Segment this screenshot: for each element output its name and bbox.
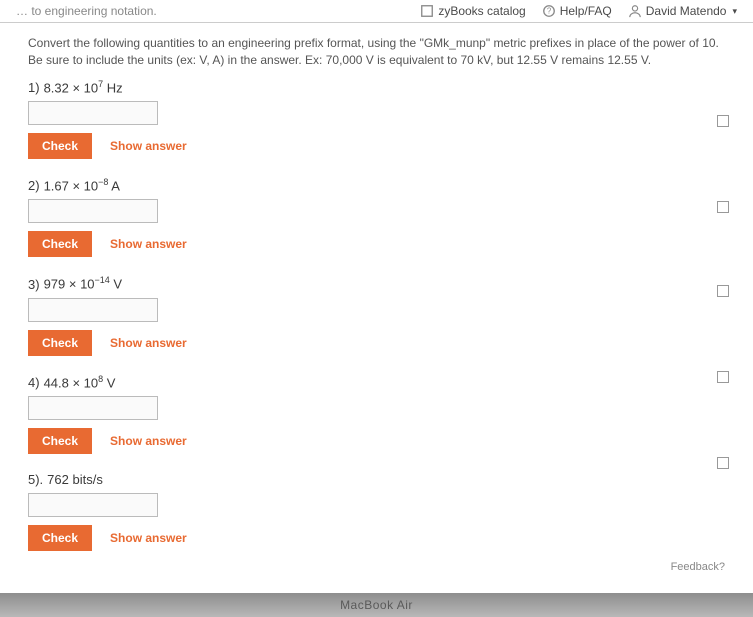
question-3: 3)979 × 10−14 V Check Show answer	[28, 275, 725, 355]
show-answer-link[interactable]: Show answer	[110, 434, 187, 448]
question-prompt: 2)1.67 × 10−8 A	[28, 177, 725, 193]
status-checkbox-4	[717, 371, 729, 383]
help-link[interactable]: ? Help/FAQ	[542, 4, 612, 18]
answer-input[interactable]	[28, 199, 158, 223]
action-row: Check Show answer	[28, 231, 725, 257]
book-icon	[420, 4, 434, 18]
answer-input[interactable]	[28, 298, 158, 322]
user-menu[interactable]: David Matendo ▾	[628, 4, 737, 18]
show-answer-link[interactable]: Show answer	[110, 237, 187, 251]
check-button[interactable]: Check	[28, 231, 92, 257]
status-checkbox-2	[717, 201, 729, 213]
answer-input[interactable]	[28, 493, 158, 517]
svg-text:?: ?	[547, 7, 552, 16]
help-label: Help/FAQ	[560, 4, 612, 18]
status-checkbox-3	[717, 285, 729, 297]
user-label: David Matendo	[646, 4, 727, 18]
check-button[interactable]: Check	[28, 525, 92, 551]
top-header: … to engineering notation. zyBooks catal…	[0, 0, 753, 23]
show-answer-link[interactable]: Show answer	[110, 139, 187, 153]
catalog-label: zyBooks catalog	[438, 4, 525, 18]
catalog-link[interactable]: zyBooks catalog	[420, 4, 525, 18]
question-prompt: 3)979 × 10−14 V	[28, 275, 725, 291]
status-checkbox-1	[717, 115, 729, 127]
question-prompt: 5).762 bits/s	[28, 472, 725, 487]
question-1: 1)8.32 × 107 Hz Check Show answer	[28, 79, 725, 159]
action-row: Check Show answer	[28, 428, 725, 454]
feedback-link[interactable]: Feedback?	[671, 561, 725, 573]
laptop-bezel: MacBook Air	[0, 593, 753, 617]
question-prompt: 1)8.32 × 107 Hz	[28, 79, 725, 95]
show-answer-link[interactable]: Show answer	[110, 336, 187, 350]
action-row: Check Show answer	[28, 525, 725, 551]
question-4: 4)44.8 × 108 V Check Show answer	[28, 374, 725, 454]
breadcrumb-fragment: … to engineering notation.	[16, 4, 157, 18]
action-row: Check Show answer	[28, 133, 725, 159]
action-row: Check Show answer	[28, 330, 725, 356]
check-button[interactable]: Check	[28, 428, 92, 454]
user-icon	[628, 4, 642, 18]
question-prompt: 4)44.8 × 108 V	[28, 374, 725, 390]
check-button[interactable]: Check	[28, 133, 92, 159]
header-right: zyBooks catalog ? Help/FAQ David Matendo…	[420, 4, 737, 18]
answer-input[interactable]	[28, 396, 158, 420]
answer-input[interactable]	[28, 101, 158, 125]
help-icon: ?	[542, 4, 556, 18]
main-content: Convert the following quantities to an e…	[0, 23, 753, 593]
show-answer-link[interactable]: Show answer	[110, 531, 187, 545]
question-2: 2)1.67 × 10−8 A Check Show answer	[28, 177, 725, 257]
check-button[interactable]: Check	[28, 330, 92, 356]
instructions-text: Convert the following quantities to an e…	[28, 35, 725, 69]
question-5: 5).762 bits/s Check Show answer	[28, 472, 725, 551]
status-checkbox-5	[717, 457, 729, 469]
chevron-down-icon: ▾	[732, 6, 737, 17]
